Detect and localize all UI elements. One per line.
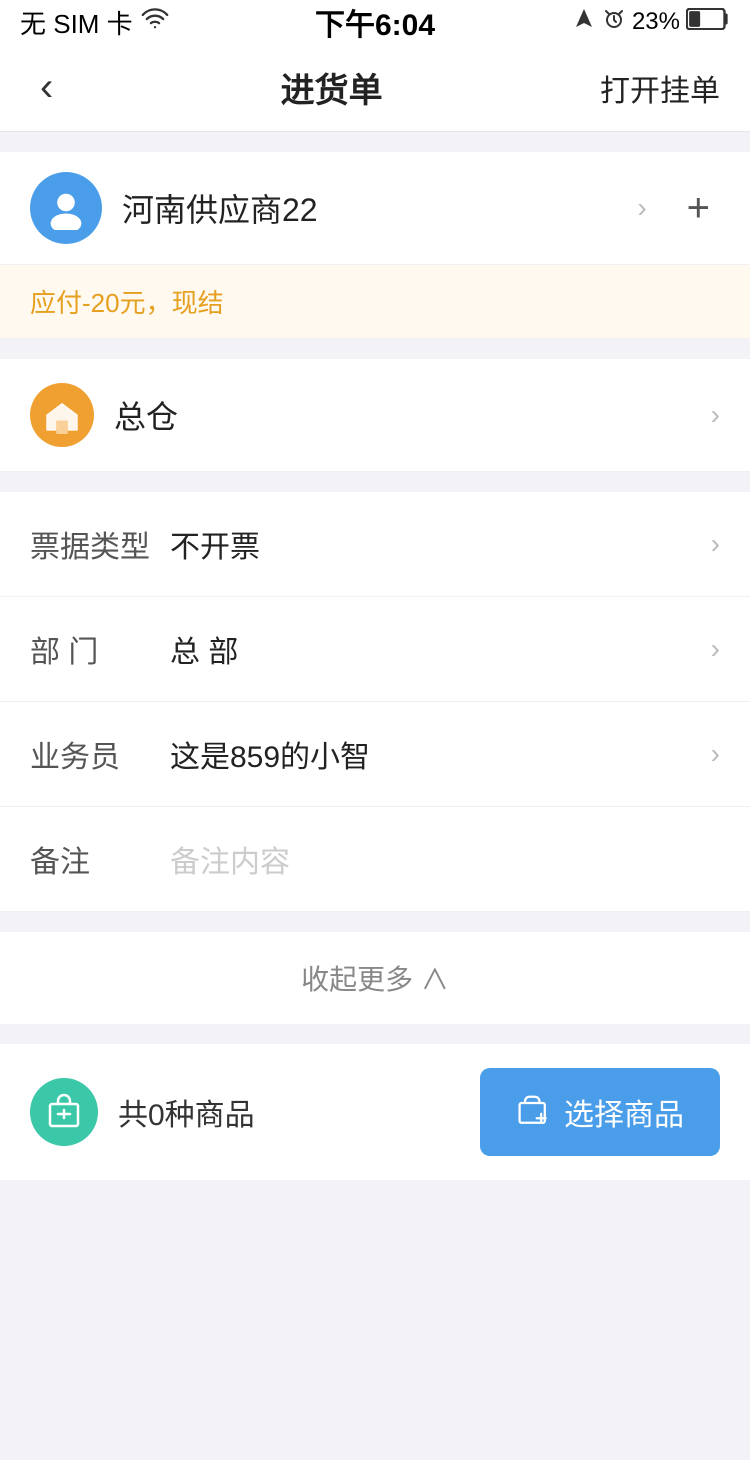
- notice-text: 应付-20元，现结: [30, 288, 224, 318]
- select-product-label: 选择商品: [564, 1090, 684, 1134]
- warehouse-name: 总仓: [114, 392, 711, 438]
- wifi-icon: [141, 5, 169, 40]
- form-section: 票据类型 不开票 › 部 门 总 部 › 业务员 这是859的小智 › 备注 备…: [0, 492, 750, 912]
- nav-bar: ‹ 进货单 打开挂单: [0, 44, 750, 132]
- notice-bar: 应付-20元，现结: [0, 265, 750, 339]
- gray-fill-area: [0, 1180, 750, 1460]
- salesperson-chevron-icon: ›: [711, 738, 720, 770]
- salesperson-label: 业务员: [30, 732, 170, 776]
- supplier-avatar: [30, 172, 102, 244]
- invoice-type-row[interactable]: 票据类型 不开票 ›: [0, 492, 750, 597]
- invoice-type-chevron-icon: ›: [711, 528, 720, 560]
- battery-icon: [686, 8, 730, 37]
- battery-label: 23%: [632, 8, 680, 36]
- warehouse-chevron-icon: ›: [711, 399, 720, 431]
- warehouse-row[interactable]: 总仓 ›: [0, 359, 750, 472]
- supplier-chevron-icon: ›: [637, 192, 646, 224]
- select-product-icon: [516, 1094, 552, 1130]
- status-left: 无 SIM 卡: [20, 4, 169, 41]
- status-right: 23%: [572, 7, 730, 38]
- salesperson-row[interactable]: 业务员 这是859的小智 ›: [0, 702, 750, 807]
- supplier-section: 河南供应商22 › + 应付-20元，现结: [0, 152, 750, 339]
- department-label: 部 门: [30, 627, 170, 671]
- page-title: 进货单: [281, 63, 383, 112]
- invoice-type-value: 不开票: [170, 522, 711, 566]
- add-supplier-button[interactable]: +: [677, 186, 720, 231]
- collapse-row[interactable]: 收起更多 ∧: [0, 932, 750, 1024]
- product-icon: [30, 1078, 98, 1146]
- open-pending-button[interactable]: 打开挂单: [600, 66, 720, 110]
- select-product-button[interactable]: 选择商品: [480, 1068, 720, 1156]
- supplier-row[interactable]: 河南供应商22 › +: [0, 152, 750, 265]
- warehouse-icon: [30, 383, 94, 447]
- remark-input[interactable]: 备注内容: [170, 837, 720, 881]
- alarm-icon: [602, 7, 626, 38]
- bottom-bar: 共0种商品 选择商品: [0, 1044, 750, 1180]
- status-bar: 无 SIM 卡 下午6:04 23%: [0, 0, 750, 44]
- back-button[interactable]: ‹: [30, 55, 63, 120]
- carrier-label: 无 SIM 卡: [20, 4, 133, 41]
- invoice-type-label: 票据类型: [30, 522, 170, 566]
- product-count-label: 共0种商品: [118, 1090, 460, 1134]
- department-row[interactable]: 部 门 总 部 ›: [0, 597, 750, 702]
- supplier-name: 河南供应商22: [122, 185, 637, 231]
- remark-label: 备注: [30, 837, 170, 881]
- warehouse-section: 总仓 ›: [0, 359, 750, 472]
- salesperson-value: 这是859的小智: [170, 732, 711, 776]
- remark-row[interactable]: 备注 备注内容: [0, 807, 750, 912]
- location-icon: [572, 7, 596, 38]
- collapse-label: 收起更多 ∧: [301, 958, 449, 998]
- top-divider: [0, 132, 750, 152]
- status-time: 下午6:04: [315, 0, 435, 44]
- department-value: 总 部: [170, 627, 711, 671]
- department-chevron-icon: ›: [711, 633, 720, 665]
